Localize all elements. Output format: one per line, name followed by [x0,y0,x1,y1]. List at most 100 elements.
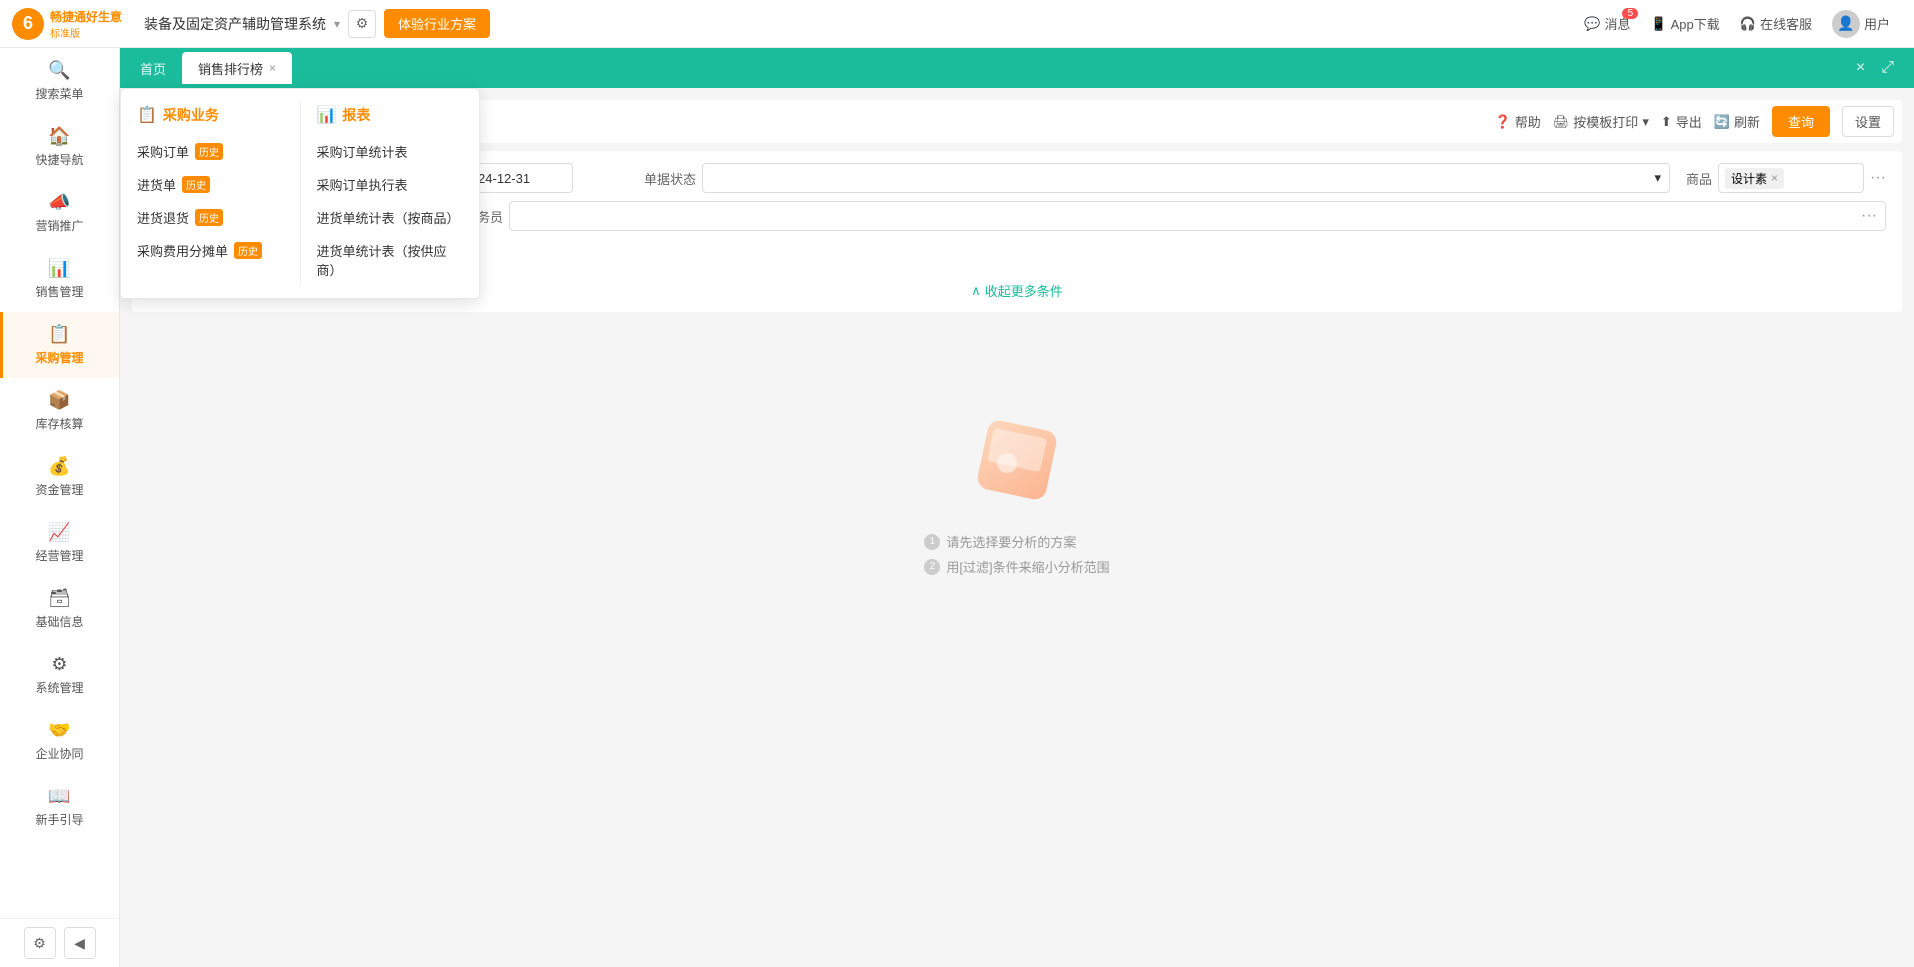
sales-icon: 📊 [48,258,70,279]
salesman-more-button[interactable]: ··· [1861,207,1877,225]
purchase-dropdown-menu: 📋 采购业务 采购订单 历史 进货单 历史 进货退货 历史 采购费用分摊单 历史 [120,88,480,299]
active-bar [0,312,3,378]
sidebar-item-search[interactable]: 🔍 搜索菜单 [0,48,119,114]
refresh-icon: 🔄 [1714,114,1730,130]
tab-sales-rank[interactable]: 销售排行榜 × [182,52,292,84]
sidebar-bottom: ⚙ ◀ [0,918,119,967]
salesman-filter: 业务员 ··· [464,201,1886,231]
history-badge-3: 历史 [195,209,223,226]
headset-icon: 🎧 [1740,16,1756,32]
report-col-icon: 📊 [317,105,337,125]
sidebar-item-operation[interactable]: 📈 经营管理 [0,510,119,576]
inventory-icon: 📦 [48,390,70,411]
purchase-column-title: 📋 采购业务 [137,101,284,135]
system-icon: ⚙ [51,654,67,675]
export-button[interactable]: ⬆ 导出 [1661,112,1702,131]
top-header: 6 畅捷通好生意 标准版 装备及固定资产辅助管理系统 ▾ ⚙ 体验行业方案 💬 … [0,0,1914,48]
report-column: 📊 报表 采购订单统计表 采购订单执行表 进货单统计表（按商品） 进货单统计表（… [300,101,480,286]
help-button[interactable]: ❓ 帮助 [1495,112,1541,131]
goods-receipt-item[interactable]: 进货单 历史 [137,168,284,201]
gear-button[interactable]: ⚙ [348,10,376,38]
chevron-up-icon: ∧ [971,283,981,299]
message-button[interactable]: 💬 消息 5 [1584,14,1630,33]
user-menu[interactable]: 👤 用户 [1832,10,1890,38]
sidebar-item-guide[interactable]: 📖 新手引导 [0,774,119,840]
purchase-order-item[interactable]: 采购订单 历史 [137,135,284,168]
goods-more-button[interactable]: ··· [1870,169,1886,187]
collapse-filters-button[interactable]: ∧ 收起更多条件 [971,281,1063,300]
purchase-order-stat-item[interactable]: 采购订单统计表 [317,135,464,168]
search-icon: 🔍 [48,60,70,81]
system-title: 装备及固定资产辅助管理系统 [144,14,326,34]
history-badge-4: 历史 [234,242,262,259]
export-icon: ⬆ [1661,114,1672,130]
purchase-icon: 📋 [48,324,70,345]
purchase-business-column: 📋 采购业务 采购订单 历史 进货单 历史 进货退货 历史 采购费用分摊单 历史 [121,101,300,286]
doc-status-filter: 单据状态 ▾ [644,163,1670,193]
collapse-sidebar-button[interactable]: ◀ [64,927,96,959]
refresh-button[interactable]: 🔄 刷新 [1714,112,1760,131]
tab-bar: 首页 销售排行榜 × × ⤢ [120,48,1914,88]
goods-filter: 商品 设计素 × ··· [1686,163,1886,193]
header-right: 💬 消息 5 📱 App下载 🎧 在线客服 👤 用户 [1584,10,1902,38]
help-icon: ❓ [1495,114,1511,130]
tab-close-icon[interactable]: × [1852,55,1869,81]
sidebar-item-system[interactable]: ⚙ 系统管理 [0,642,119,708]
goods-receipt-stat-goods-item[interactable]: 进货单统计表（按商品） [317,201,464,234]
history-badge-1: 历史 [195,143,223,160]
purchase-order-exec-item[interactable]: 采购订单执行表 [317,168,464,201]
tab-resize-icon[interactable]: ⤢ [1877,55,1898,81]
app-download-button[interactable]: 📱 App下载 [1650,14,1719,33]
print-dropdown-icon: ▾ [1642,114,1649,130]
salesman-select[interactable]: ··· [509,201,1886,231]
purchase-expense-item[interactable]: 采购费用分摊单 历史 [137,234,284,267]
sidebar-item-sales[interactable]: 📊 销售管理 [0,246,119,312]
online-service-button[interactable]: 🎧 在线客服 [1740,14,1812,33]
system-dropdown-icon[interactable]: ▾ [334,17,340,31]
logo-icon: 6 [12,8,44,40]
settings-toolbar-button[interactable]: 设置 [1842,106,1894,137]
goods-receipt-stat-supplier-item[interactable]: 进货单统计表（按供应商） [317,234,464,286]
sidebar-item-inventory[interactable]: 📦 库存核算 [0,378,119,444]
home-icon: 🏠 [48,126,70,147]
goods-label: 商品 [1686,169,1712,188]
dropdown-columns: 📋 采购业务 采购订单 历史 进货单 历史 进货退货 历史 采购费用分摊单 历史 [121,101,479,286]
sidebar: 🔍 搜索菜单 🏠 快捷导航 📣 营销推广 📊 销售管理 📋 采购管理 📦 库存核… [0,48,120,967]
tab-close-button[interactable]: × [269,61,276,75]
goods-tag-close[interactable]: × [1771,171,1778,185]
sidebar-item-capital[interactable]: 💰 资金管理 [0,444,119,510]
sidebar-item-purchase[interactable]: 📋 采购管理 [0,312,119,378]
goods-tag: 设计素 × [1725,168,1784,189]
sales-rank-tab-label: 销售排行榜 [198,59,263,78]
doc-status-select[interactable]: ▾ [702,163,1670,193]
enterprise-icon: 🤝 [48,720,70,741]
empty-text-line2: 2 用[过滤]条件来缩小分析范围 [924,557,1109,576]
home-tab-label: 首页 [140,59,166,78]
purchase-col-icon: 📋 [137,105,157,125]
industry-button[interactable]: 体验行业方案 [384,9,490,38]
logo-text: 畅捷通好生意 标准版 [50,8,122,40]
tab-home[interactable]: 首页 [124,52,182,84]
tab-actions: × ⤢ [1852,55,1910,81]
history-badge-2: 历史 [182,176,210,193]
goods-return-item[interactable]: 进货退货 历史 [137,201,284,234]
capital-icon: 💰 [48,456,70,477]
message-icon: 💬 [1584,16,1600,32]
basic-info-icon: 🗃 [48,588,71,609]
query-button[interactable]: 查询 [1772,106,1830,137]
avatar: 👤 [1832,10,1860,38]
marketing-icon: 📣 [48,192,70,213]
message-badge: 5 [1622,8,1638,19]
phone-icon: 📱 [1650,16,1666,32]
sidebar-item-quick-nav[interactable]: 🏠 快捷导航 [0,114,119,180]
settings-button[interactable]: ⚙ [24,927,56,959]
sidebar-item-marketing[interactable]: 📣 营销推广 [0,180,119,246]
empty-illustration-circle [997,453,1017,473]
sidebar-item-basic-info[interactable]: 🗃 基础信息 [0,576,119,642]
report-column-title: 📊 报表 [317,101,464,135]
print-icon: 🖨 [1553,114,1570,130]
sidebar-item-enterprise[interactable]: 🤝 企业协同 [0,708,119,774]
empty-text-line1: 1 请先选择要分析的方案 [924,532,1076,551]
operation-icon: 📈 [48,522,70,543]
print-button[interactable]: 🖨 按模板打印 ▾ [1553,112,1649,131]
